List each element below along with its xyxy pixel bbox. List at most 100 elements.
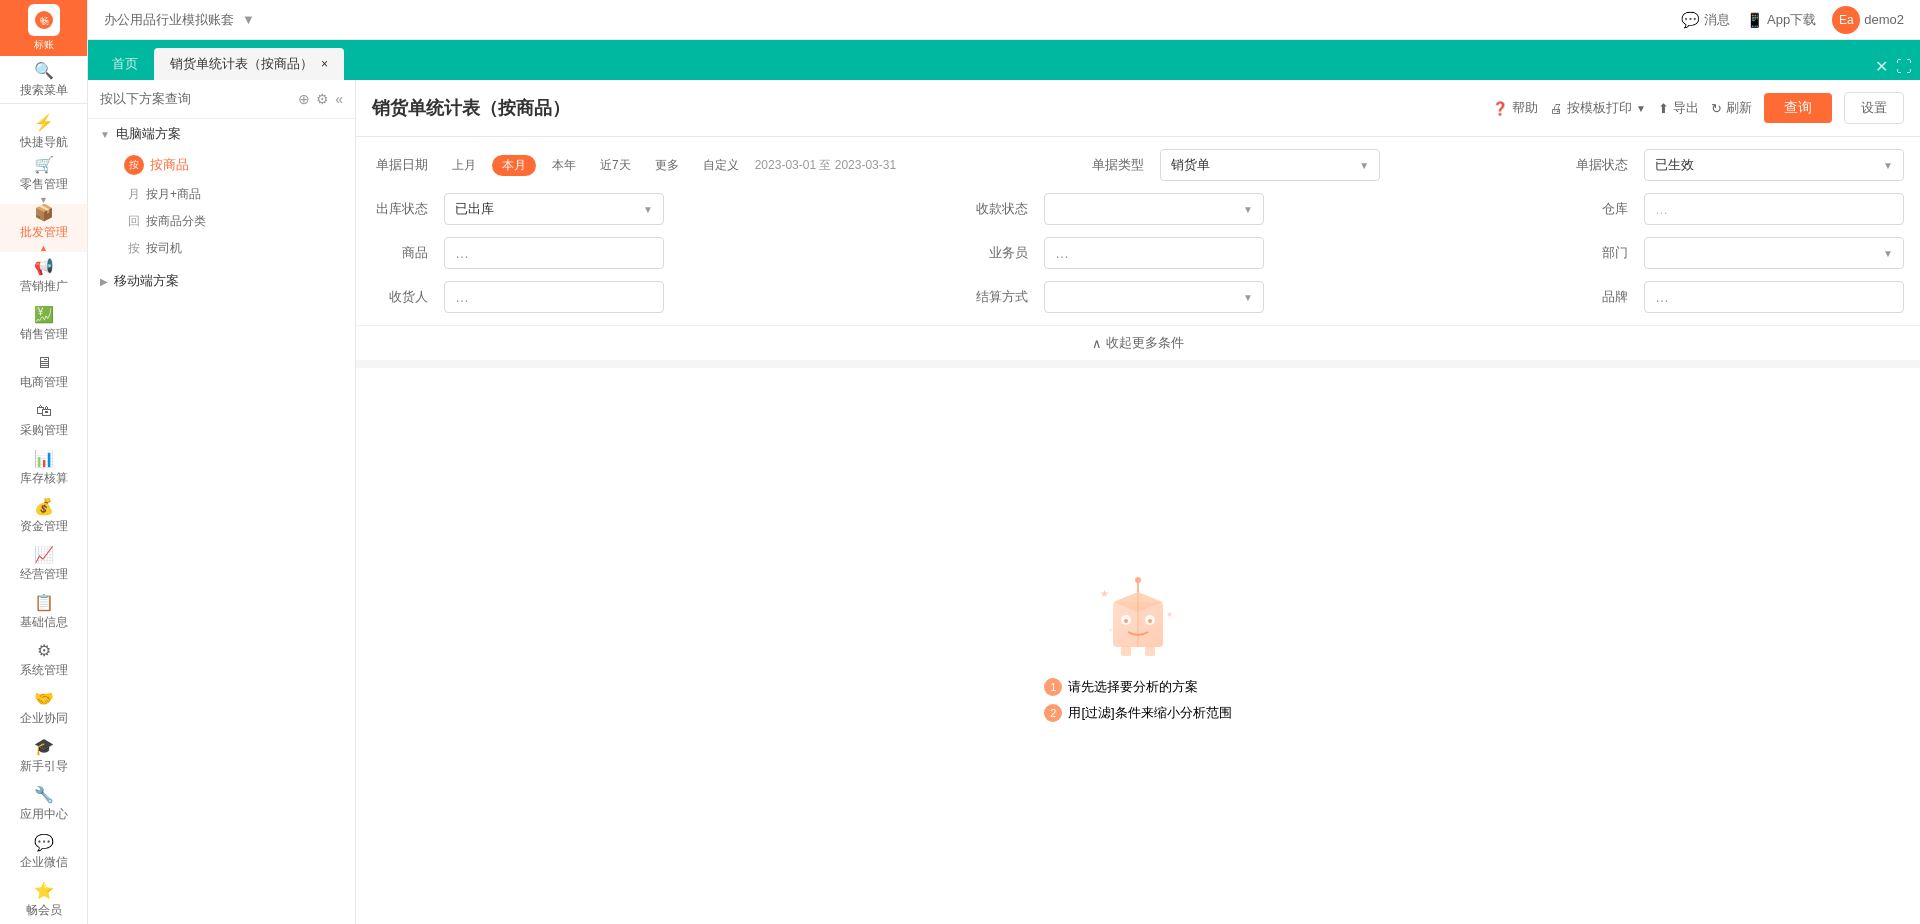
product-input[interactable]: … (444, 237, 664, 269)
member-icon: ⭐ (34, 881, 54, 900)
sales-icon: 💹 (34, 305, 54, 324)
topbar-right: 💬 消息 📱 App下载 Ea demo2 (1681, 6, 1904, 34)
tree-collapse-icon: ▼ (100, 129, 110, 140)
sidebar-item-inventory[interactable]: 📊 库存核算 (0, 444, 88, 492)
sidebar-item-member[interactable]: ⭐ 畅会员 (0, 876, 88, 924)
date-shortcut-7days[interactable]: 近7天 (592, 155, 639, 176)
sidebar-item-wechat[interactable]: 💬 企业微信 (0, 828, 88, 876)
sidebar-item-finance[interactable]: 💰 资金管理 (0, 492, 88, 540)
warehouse-input[interactable]: … (1644, 193, 1904, 225)
cooperation-icon: 🤝 (34, 689, 54, 708)
tree-section-pc[interactable]: ▼ 电脑端方案 (88, 119, 355, 149)
sidebar-item-wholesale[interactable]: 📦 批发管理 ▲ (0, 204, 88, 252)
sidebar-item-operation[interactable]: 📈 经营管理 (0, 540, 88, 588)
help-button[interactable]: ❓ 帮助 (1492, 99, 1538, 117)
filter-row-2: 出库状态 已出库 ▼ 收款状态 ▼ 仓库 … (372, 193, 1904, 225)
brand-input[interactable]: … (1644, 281, 1904, 313)
tree-item-by-cashier[interactable]: 按 按司机 (88, 235, 355, 262)
sidebar-item-marketing[interactable]: 📢 营销推广 (0, 252, 88, 300)
sidebar-item-appstore[interactable]: 🔧 应用中心 (0, 780, 88, 828)
add-scheme-button[interactable]: ⊕ (298, 91, 310, 107)
collapse-filter-button[interactable]: ∧ 收起更多条件 (356, 325, 1920, 360)
empty-tip-1: 1 请先选择要分析的方案 (1044, 678, 1231, 696)
date-shortcut-more[interactable]: 更多 (647, 155, 687, 176)
tree-item-by-product[interactable]: 按 按商品 (88, 149, 355, 181)
dept-select[interactable]: ▼ (1644, 237, 1904, 269)
search-icon: 🔍 (34, 61, 54, 80)
tree-item-label: 按商品分类 (146, 213, 206, 230)
edit-scheme-button[interactable]: ⚙ (316, 91, 329, 107)
doc-type-select[interactable]: 销货单 ▼ (1160, 149, 1380, 181)
sidebar-item-purchase[interactable]: 🛍 采购管理 (0, 396, 88, 444)
collapse-panel-button[interactable]: « (335, 91, 343, 107)
left-panel: 按以下方案查询 ⊕ ⚙ « ▼ 电脑端方案 按 按商品 月 按月+商品 (88, 80, 356, 924)
filter-area: 单据日期 上月 本月 本年 近7天 更多 自定义 2023-03-01 至 20… (356, 137, 1920, 325)
out-status-label: 出库状态 (372, 200, 428, 218)
date-shortcut-custom[interactable]: 自定义 (695, 155, 747, 176)
left-panel-header: 按以下方案查询 ⊕ ⚙ « (88, 80, 355, 119)
staff-input[interactable]: … (1044, 237, 1264, 269)
sidebar-item-quick-nav[interactable]: ⚡ 快捷导航 (0, 108, 88, 156)
sidebar-item-sales[interactable]: 💹 销售管理 (0, 300, 88, 348)
chevron-down-icon: ▼ (1883, 160, 1893, 171)
tree-section-mobile[interactable]: ▶ 移动端方案 (88, 266, 355, 296)
sidebar-item-retail[interactable]: 🛒 零售管理 ▼ (0, 156, 88, 204)
tree-item-label: 按商品 (150, 156, 189, 174)
tree-item-by-month-product[interactable]: 月 按月+商品 (88, 181, 355, 208)
tree-item-by-category[interactable]: 回 按商品分类 (88, 208, 355, 235)
tab-current[interactable]: 销货单统计表（按商品） × (154, 48, 344, 80)
tip-number-2: 2 (1044, 704, 1062, 722)
sidebar-item-ecommerce[interactable]: 🖥 电商管理 (0, 348, 88, 396)
staff-ellipsis: … (1055, 245, 1069, 261)
sidebar-item-label: 畅会员 (26, 902, 62, 919)
payment-select[interactable]: ▼ (1044, 281, 1264, 313)
chevron-down-icon: ▼ (1243, 204, 1253, 215)
wechat-icon: 💬 (34, 833, 54, 852)
product-label: 商品 (372, 244, 428, 262)
app-download-button[interactable]: 📱 App下载 (1746, 11, 1816, 29)
page-title-row: 销货单统计表（按商品） ❓ 帮助 🖨 按模板打印 ▼ ⬆ (372, 92, 1904, 124)
doc-status-label: 单据状态 (1572, 156, 1628, 174)
refresh-button[interactable]: ↻ 刷新 (1711, 99, 1752, 117)
search-menu-label: 搜索菜单 (20, 82, 68, 99)
doc-status-select[interactable]: 已生效 ▼ (1644, 149, 1904, 181)
sidebar-item-basic[interactable]: 📋 基础信息 (0, 588, 88, 636)
maximize-tab-button[interactable]: ⛶ (1896, 58, 1912, 76)
app-download-label: App下载 (1767, 11, 1816, 29)
search-menu-item[interactable]: 🔍 搜索菜单 (0, 56, 88, 104)
settings-button[interactable]: 设置 (1844, 92, 1904, 124)
sidebar-item-system[interactable]: ⚙ 系统管理 (0, 636, 88, 684)
sidebar-item-label: 企业协同 (20, 710, 68, 727)
template-print-button[interactable]: 🖨 按模板打印 ▼ (1550, 99, 1646, 117)
receiver-input[interactable]: … (444, 281, 664, 313)
close-tab-button[interactable]: ✕ (1875, 57, 1888, 76)
date-shortcut-this-month[interactable]: 本月 (492, 155, 536, 176)
sidebar-item-label: 批发管理 (20, 224, 68, 241)
tip-number-1: 1 (1044, 678, 1062, 696)
help-icon: ❓ (1492, 101, 1508, 116)
sidebar-item-cooperation[interactable]: 🤝 企业协同 (0, 684, 88, 732)
page-title: 销货单统计表（按商品） (372, 96, 570, 120)
tab-home[interactable]: 首页 (96, 48, 154, 80)
message-button[interactable]: 💬 消息 (1681, 11, 1730, 29)
out-status-select[interactable]: 已出库 ▼ (444, 193, 664, 225)
chevron-down-icon: ▼ (1359, 160, 1369, 171)
chevron-down-icon[interactable]: ▼ (242, 12, 255, 27)
svg-text:✦: ✦ (1108, 627, 1113, 633)
sidebar-item-label: 应用中心 (20, 806, 68, 823)
sidebar-item-tutorial[interactable]: 🎓 新手引导 (0, 732, 88, 780)
doc-status-value: 已生效 (1655, 156, 1694, 174)
query-button[interactable]: 查询 (1764, 93, 1832, 123)
tree-section-pc-label: 电脑端方案 (116, 125, 181, 143)
page-actions: ❓ 帮助 🖨 按模板打印 ▼ ⬆ 导出 ↻ (1492, 92, 1904, 124)
sidebar-item-label: 快捷导航 (20, 134, 68, 151)
industry-label: 办公用品行业模拟账套 (104, 11, 234, 29)
date-shortcut-this-year[interactable]: 本年 (544, 155, 584, 176)
receiver-ellipsis: … (455, 289, 469, 305)
export-button[interactable]: ⬆ 导出 (1658, 99, 1699, 117)
receive-status-select[interactable]: ▼ (1044, 193, 1264, 225)
tab-close-button[interactable]: × (321, 57, 328, 71)
user-profile[interactable]: Ea demo2 (1832, 6, 1904, 34)
content-area: 按以下方案查询 ⊕ ⚙ « ▼ 电脑端方案 按 按商品 月 按月+商品 (88, 80, 1920, 924)
date-shortcut-last-month[interactable]: 上月 (444, 155, 484, 176)
